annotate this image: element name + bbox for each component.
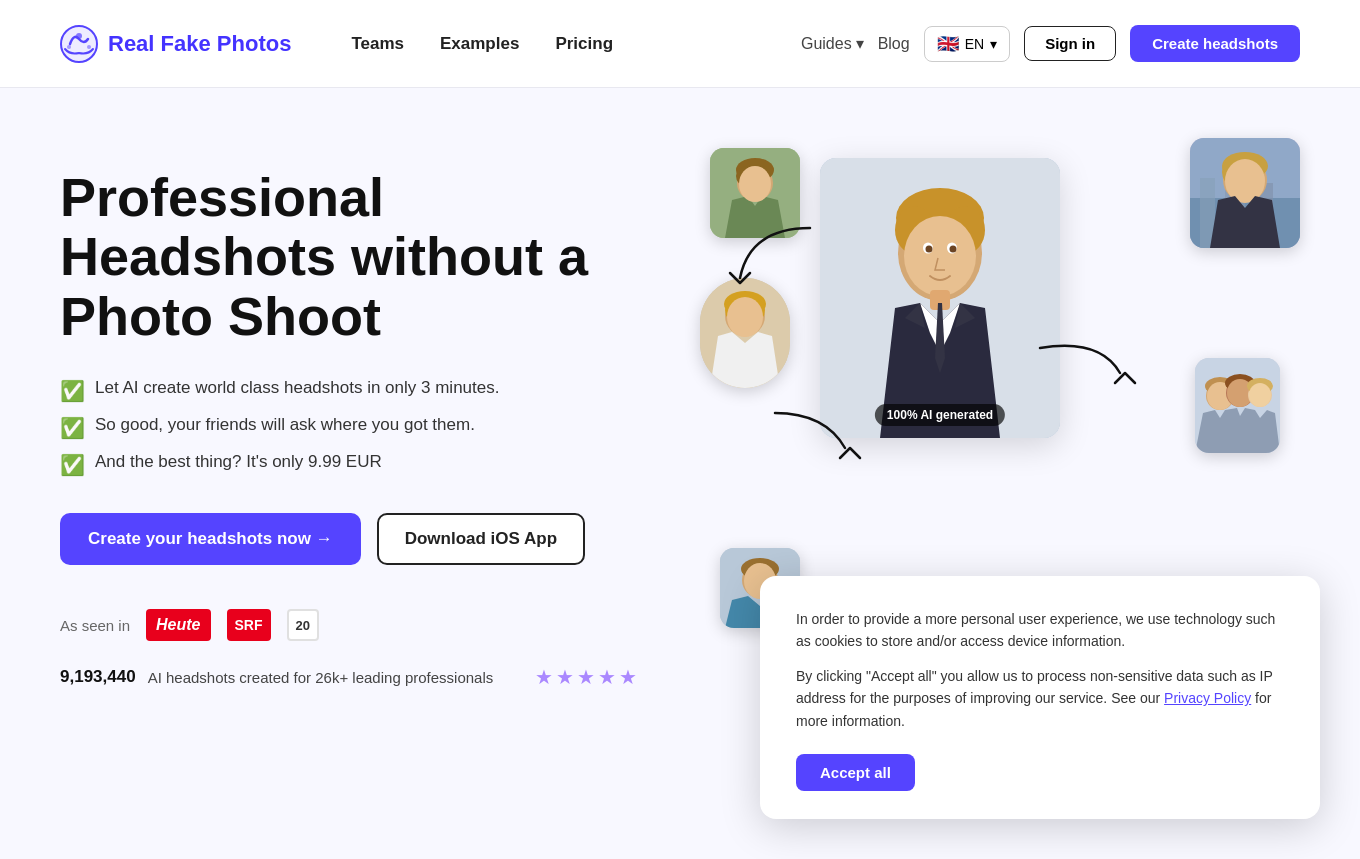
svg-point-37 (727, 297, 763, 337)
feature-2-text: So good, your friends will ask where you… (95, 415, 475, 435)
navbar: Real Fake Photos Teams Examples Pricing … (0, 0, 1360, 88)
check-icon-1: ✅ (60, 379, 85, 403)
sign-in-button[interactable]: Sign in (1024, 26, 1116, 61)
hero-features: ✅ Let AI create world class headshots in… (60, 378, 640, 477)
stats-row: 9,193,440 AI headshots created for 26k+ … (60, 665, 640, 689)
feature-3: ✅ And the best thing? It's only 9.99 EUR (60, 452, 640, 477)
feature-2: ✅ So good, your friends will ask where y… (60, 415, 640, 440)
thumb-photo-midleft (700, 278, 790, 388)
download-ios-button[interactable]: Download iOS App (377, 513, 585, 565)
create-headshots-hero-button[interactable]: Create your headshots now → (60, 513, 361, 565)
nav-teams[interactable]: Teams (351, 34, 404, 54)
hero-title: Professional Headshots without a Photo S… (60, 168, 640, 346)
nav-examples[interactable]: Examples (440, 34, 519, 54)
chevron-down-icon: ▾ (856, 34, 864, 53)
svg-point-3 (87, 45, 91, 49)
star-rating: ★★★★★ (535, 665, 640, 689)
svg-point-0 (61, 26, 97, 62)
main-headshot-photo: 100% AI generated (820, 158, 1060, 438)
cookie-banner: In order to provide a more personal user… (760, 576, 1320, 819)
guides-button[interactable]: Guides ▾ (801, 34, 864, 53)
hero-left: Professional Headshots without a Photo S… (60, 148, 640, 689)
cookie-text-2: By clicking "Accept all" you allow us to… (796, 665, 1284, 732)
nav-right: Guides ▾ Blog 🇬🇧 EN ▾ Sign in Create hea… (801, 25, 1300, 62)
svg-point-1 (76, 33, 82, 39)
logo-link[interactable]: Real Fake Photos (60, 25, 291, 63)
accept-all-button[interactable]: Accept all (796, 754, 915, 791)
check-icon-3: ✅ (60, 453, 85, 477)
feature-3-text: And the best thing? It's only 9.99 EUR (95, 452, 382, 472)
seen-in-label: As seen in (60, 617, 130, 634)
thumb-photo-midright (1195, 358, 1280, 453)
logo-icon (60, 25, 98, 63)
svg-point-14 (950, 246, 957, 253)
heute-logo: Heute (146, 609, 210, 641)
flag-icon: 🇬🇧 (937, 33, 959, 55)
svg-point-2 (67, 45, 71, 49)
nav-pricing[interactable]: Pricing (555, 34, 613, 54)
thumb-photo-topright (1190, 138, 1300, 248)
feature-1: ✅ Let AI create world class headshots in… (60, 378, 640, 403)
create-headshots-nav-button[interactable]: Create headshots (1130, 25, 1300, 62)
hero-buttons: Create your headshots now → Download iOS… (60, 513, 640, 565)
lang-chevron-icon: ▾ (990, 36, 997, 52)
logo-text: Real Fake Photos (108, 31, 291, 57)
nav-links: Teams Examples Pricing (351, 34, 761, 54)
thumb-photo-topleft (710, 148, 800, 238)
svg-point-10 (904, 216, 976, 296)
20min-logo: 20 (287, 609, 319, 641)
stats-count: 9,193,440 (60, 667, 136, 687)
guides-label: Guides (801, 35, 852, 53)
svg-point-30 (1225, 159, 1265, 203)
lang-code: EN (965, 36, 984, 52)
seen-in: As seen in Heute SRF 20 (60, 609, 640, 641)
svg-point-21 (739, 166, 771, 202)
svg-point-13 (926, 246, 933, 253)
cookie-text-1: In order to provide a more personal user… (796, 608, 1284, 653)
svg-point-47 (1249, 383, 1271, 407)
feature-1-text: Let AI create world class headshots in o… (95, 378, 499, 398)
language-selector[interactable]: 🇬🇧 EN ▾ (924, 26, 1010, 62)
check-icon-2: ✅ (60, 416, 85, 440)
ai-generated-label: 100% AI generated (875, 404, 1005, 426)
srf-logo: SRF (227, 609, 271, 641)
stats-text: AI headshots created for 26k+ leading pr… (148, 669, 494, 686)
privacy-policy-link[interactable]: Privacy Policy (1164, 690, 1251, 706)
blog-link[interactable]: Blog (878, 35, 910, 53)
